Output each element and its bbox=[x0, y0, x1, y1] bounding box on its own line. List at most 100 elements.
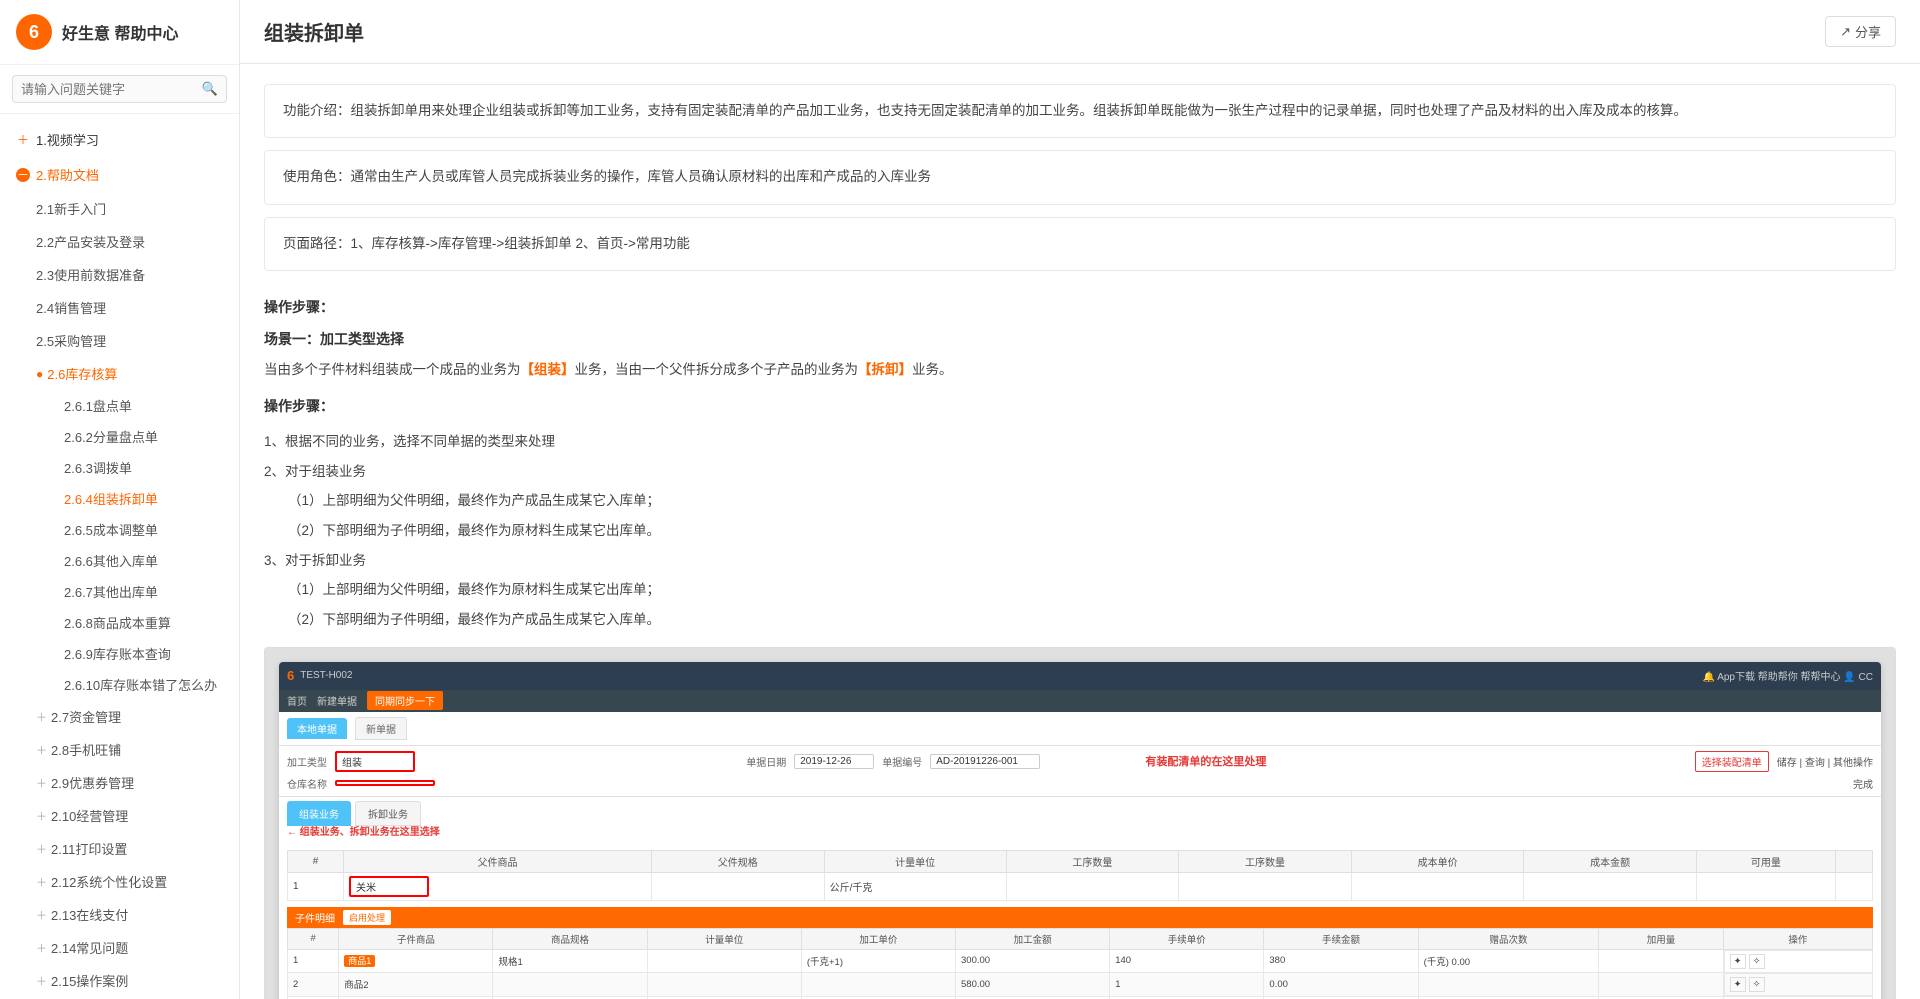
sidebar-item-2-6-8[interactable]: 2.6.8商品成本重算 bbox=[14, 607, 239, 638]
mock-th-cost-unit: 成本单价 bbox=[1351, 850, 1524, 872]
mock-th-unit: 计量单位 bbox=[824, 850, 1006, 872]
step3: 3、对于拆卸业务 bbox=[264, 548, 1896, 574]
mock-topbar: 6 TEST-H002 🔔 App下载 帮助帮你 帮帮中心 👤 CC bbox=[279, 662, 1881, 690]
share-label: 分享 bbox=[1855, 22, 1881, 41]
sidebar-item-2-6-2[interactable]: 2.6.2分量盘点单 bbox=[14, 421, 239, 452]
mock-upper-header-row: # 父件商品 父件规格 计量单位 工序数量 工序数量 成本单价 成本金额 可用量 bbox=[288, 850, 1873, 872]
mock-form-type-value: 组装 bbox=[335, 751, 415, 772]
mock-parent-item-input: 关米 bbox=[349, 876, 429, 897]
path-section: 页面路径：1、库存核算->库存管理->组装拆卸单 2、首页->常用功能 bbox=[264, 217, 1896, 271]
sidebar-item-2-8[interactable]: ＋2.8手机旺铺 bbox=[0, 733, 239, 766]
path-text: 页面路径：1、库存核算->库存管理->组装拆卸单 2、首页->常用功能 bbox=[283, 236, 690, 251]
sidebar-item-2-13[interactable]: ＋2.13在线支付 bbox=[0, 898, 239, 931]
sidebar-item-2-5[interactable]: 2.5采购管理 bbox=[0, 324, 239, 357]
mock-td-row1-action bbox=[1835, 872, 1872, 900]
logo-icon: 6 bbox=[16, 14, 52, 50]
role-section: 使用角色：通常由生产人员或库管人员完成拆装业务的操作，库管人员确认原材料的出库和… bbox=[264, 150, 1896, 204]
table-row: 2 商品2 580.00 1 0.00 bbox=[288, 973, 1873, 997]
intro-section: 功能介绍：组装拆卸单用来处理企业组装或拆卸等加工业务，支持有固定装配清单的产品加… bbox=[264, 84, 1896, 138]
sidebar-item-2-6[interactable]: ●2.6库存核算 bbox=[0, 357, 239, 390]
mock-th-cost-amt: 成本金额 bbox=[1524, 850, 1697, 872]
sidebar-item-2-14[interactable]: ＋2.14常见问题 bbox=[0, 931, 239, 964]
role-text: 使用角色：通常由生产人员或库管人员完成拆装业务的操作，库管人员确认原材料的出库和… bbox=[283, 169, 931, 184]
mock-topbar-icons: 🔔 App下载 帮助帮你 帮帮中心 👤 CC bbox=[1703, 668, 1873, 683]
intro-text: 功能介绍：组装拆卸单用来处理企业组装或拆卸等加工业务，支持有固定装配清单的产品加… bbox=[283, 103, 1687, 118]
sidebar-item-1[interactable]: ＋ 1.视频学习 bbox=[0, 122, 239, 157]
mock-th-parent-spec: 父件规格 bbox=[652, 850, 825, 872]
search-wrapper: 🔍 bbox=[12, 75, 227, 103]
sidebar-item-2-4[interactable]: 2.4销售管理 bbox=[0, 291, 239, 324]
sidebar-item-2-15[interactable]: ＋2.15操作案例 bbox=[0, 964, 239, 997]
search-area: 🔍 bbox=[0, 65, 239, 114]
mock-nav-home: 首页 bbox=[287, 693, 307, 708]
scenario1-desc: 当由多个子件材料组装成一个成品的业务为【组装】业务，当由一个父件拆分成多个子产品… bbox=[264, 357, 1896, 383]
mock-form-area: 加工类型 组装 单据日期 2019-12-26 单据编号 AD-20191226… bbox=[279, 746, 1881, 797]
ops-section: 操作步骤： 场景一：加工类型选择 当由多个子件材料组装成一个成品的业务为【组装】… bbox=[264, 283, 1896, 633]
mock-lower-table-wrap: # 子件商品 商品规格 计量单位 加工单价 加工金额 手续单价 手续金额 赠品次 bbox=[287, 928, 1873, 999]
sidebar-item-2-10[interactable]: ＋2.10经营管理 bbox=[0, 799, 239, 832]
ops-steps: 操作步骤： 1、根据不同的业务，选择不同单据的类型来处理 2、对于组装业务 （1… bbox=[264, 393, 1896, 633]
sidebar-group-2: 2.1新手入门 2.2产品安装及登录 2.3使用前数据准备 2.4销售管理 2.… bbox=[0, 192, 239, 997]
mock-upper-tbody: 1 关米 公斤/千克 bbox=[288, 872, 1873, 900]
sidebar-item-2-6-1[interactable]: 2.6.1盘点单 bbox=[14, 390, 239, 421]
mock-form-code: AD-20191226-001 bbox=[930, 754, 1040, 769]
table-row: 1 关米 公斤/千克 bbox=[288, 872, 1873, 900]
mock-td-row1-camt bbox=[1524, 872, 1697, 900]
sidebar-item-2-1[interactable]: 2.1新手入门 bbox=[0, 192, 239, 225]
table-row: 1 商品1 规格1 (千克+1) 300.00 140 380 (千克) 0. bbox=[288, 949, 1873, 973]
page-title: 组装拆卸单 bbox=[264, 17, 364, 46]
sidebar-item-2-12[interactable]: ＋2.12系统个性化设置 bbox=[0, 865, 239, 898]
sidebar-item-2-11[interactable]: ＋2.11打印设置 bbox=[0, 832, 239, 865]
mock-upper-table-wrap: # 父件商品 父件规格 计量单位 工序数量 工序数量 成本单价 成本金额 可用量 bbox=[287, 850, 1873, 901]
mock-sub-label: 子件明细 bbox=[295, 910, 335, 925]
mock-navbar: 首页 新建单据 同期同步一下 bbox=[279, 690, 1881, 712]
sidebar-item-2-6-10[interactable]: 2.6.10库存账本错了怎么办 bbox=[14, 669, 239, 700]
mock-nav-new: 新建单据 bbox=[317, 693, 357, 708]
ops-steps-heading: 操作步骤： bbox=[264, 393, 1896, 420]
search-input[interactable] bbox=[21, 82, 202, 97]
sidebar-item-2-7[interactable]: ＋2.7资金管理 bbox=[0, 700, 239, 733]
mock-lower-tbody: 1 商品1 规格1 (千克+1) 300.00 140 380 (千克) 0. bbox=[288, 949, 1873, 999]
mock-logo: 6 bbox=[287, 668, 294, 683]
mock-lower-header-row: # 子件商品 商品规格 计量单位 加工单价 加工金额 手续单价 手续金额 赠品次 bbox=[288, 928, 1873, 949]
mock-upper-thead: # 父件商品 父件规格 计量单位 工序数量 工序数量 成本单价 成本金额 可用量 bbox=[288, 850, 1873, 872]
mock-toolbar: 本地单据 新单据 bbox=[279, 712, 1881, 746]
mock-sync-btn: 同期同步一下 bbox=[367, 691, 443, 710]
sidebar-item-2-6-3[interactable]: 2.6.3调拨单 bbox=[14, 452, 239, 483]
sidebar-group-2-6: 2.6.1盘点单 2.6.2分量盘点单 2.6.3调拨单 2.6.4组装拆卸单 … bbox=[14, 390, 239, 700]
expand-icon-2: － bbox=[16, 168, 30, 182]
sidebar-item-2-2[interactable]: 2.2产品安装及登录 bbox=[0, 225, 239, 258]
nav-tree: ＋ 1.视频学习 － 2.帮助文档 2.1新手入门 2.2产品安装及登录 2.3… bbox=[0, 114, 239, 999]
mock-th-avail: 可用量 bbox=[1696, 850, 1835, 872]
mock-th-parent-item: 父件商品 bbox=[344, 850, 652, 872]
mock-enable-btn: 启用处理 bbox=[343, 910, 391, 925]
sidebar-item-2-6-4[interactable]: 2.6.4组装拆卸单 bbox=[14, 483, 239, 514]
sidebar-item-2-6-7[interactable]: 2.6.7其他出库单 bbox=[14, 576, 239, 607]
mock-section-area: 组装业务 拆卸业务 ← 组装业务、拆卸业务在这里选择 bbox=[279, 801, 1881, 999]
search-icon[interactable]: 🔍 bbox=[202, 81, 218, 97]
mock-td-row1-avail bbox=[1696, 872, 1835, 900]
screenshot-container: 6 TEST-H002 🔔 App下载 帮助帮你 帮帮中心 👤 CC 首页 新建… bbox=[264, 647, 1896, 999]
mock-td-row1-qty2 bbox=[1179, 872, 1352, 900]
sidebar-item-2-3[interactable]: 2.3使用前数据准备 bbox=[0, 258, 239, 291]
mock-form-type-label: 加工类型 bbox=[287, 754, 327, 769]
sidebar-item-1-label: 1.视频学习 bbox=[36, 130, 99, 149]
share-button[interactable]: ↗ 分享 bbox=[1825, 16, 1896, 47]
mock-action-btns: 储存 | 查询 | 其他操作 bbox=[1777, 754, 1873, 769]
sidebar-item-2-6-6[interactable]: 2.6.6其他入库单 bbox=[14, 545, 239, 576]
sidebar-item-2-6-5[interactable]: 2.6.5成本调整单 bbox=[14, 514, 239, 545]
expand-icon-1: ＋ bbox=[16, 133, 30, 147]
mock-center-text: 有装配清单的在这里处理 bbox=[1048, 753, 1363, 769]
sidebar-item-2[interactable]: － 2.帮助文档 bbox=[0, 157, 239, 192]
mock-complete-btn: 完成 bbox=[1853, 776, 1873, 791]
mock-tab-new: 新单据 bbox=[355, 717, 407, 740]
share-icon: ↗ bbox=[1840, 24, 1851, 40]
sidebar-item-2-label: 2.帮助文档 bbox=[36, 165, 99, 184]
step3-sub1: （1）上部明细为父件明细，最终作为原材料生成某它出库单； bbox=[288, 577, 1896, 603]
sidebar-item-2-6-9[interactable]: 2.6.9库存账本查询 bbox=[14, 638, 239, 669]
sidebar-item-2-9[interactable]: ＋2.9优惠券管理 bbox=[0, 766, 239, 799]
mock-upper-table: # 父件商品 父件规格 计量单位 工序数量 工序数量 成本单价 成本金额 可用量 bbox=[287, 850, 1873, 901]
step2-sub2: （2）下部明细为子件明细，最终作为原材料生成某它出库单。 bbox=[288, 518, 1896, 544]
mock-form-row1: 加工类型 组装 单据日期 2019-12-26 单据编号 AD-20191226… bbox=[287, 751, 1873, 772]
mock-th-qty2: 工序数量 bbox=[1179, 850, 1352, 872]
